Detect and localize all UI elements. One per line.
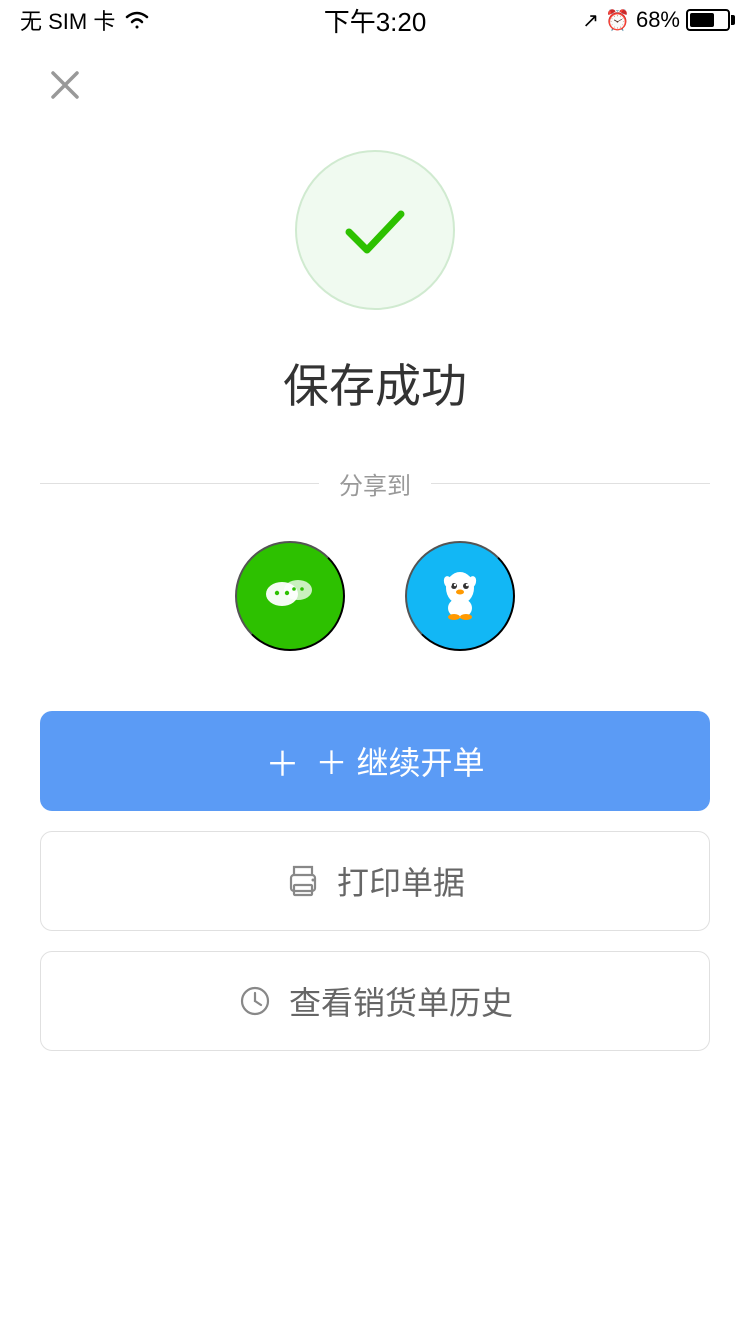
continue-label: ＋ 继续开单 bbox=[316, 738, 485, 784]
battery-pct: 68% bbox=[636, 7, 680, 33]
history-label: 查看销货单历史 bbox=[289, 978, 513, 1024]
continue-button[interactable]: ＋ ＋ 继续开单 bbox=[40, 711, 710, 811]
close-icon bbox=[47, 67, 83, 103]
print-button[interactable]: 打印单据 bbox=[40, 831, 710, 931]
success-title: 保存成功 bbox=[283, 350, 467, 416]
wechat-icon bbox=[258, 564, 322, 628]
share-divider: 分享到 bbox=[40, 466, 710, 501]
share-icons bbox=[235, 541, 515, 651]
location-icon: ↗ bbox=[582, 8, 599, 33]
status-time: 下午3:20 bbox=[324, 2, 427, 39]
continue-icon: ＋ bbox=[266, 737, 300, 786]
printer-icon bbox=[285, 863, 321, 899]
share-wechat-button[interactable] bbox=[235, 541, 345, 651]
share-label: 分享到 bbox=[339, 466, 411, 501]
status-bar: 无 SIM 卡 下午3:20 ↗ ⏰ 68% bbox=[0, 0, 750, 40]
history-button[interactable]: 查看销货单历史 bbox=[40, 951, 710, 1051]
status-left: 无 SIM 卡 bbox=[20, 4, 151, 36]
close-button[interactable] bbox=[40, 60, 90, 110]
divider-line-right bbox=[431, 483, 710, 484]
history-icon bbox=[237, 983, 273, 1019]
action-buttons: ＋ ＋ 继续开单 打印单据 查看销货单历史 bbox=[40, 711, 710, 1051]
wifi-icon bbox=[123, 9, 151, 31]
status-right: ↗ ⏰ 68% bbox=[582, 7, 730, 33]
success-icon-container bbox=[295, 150, 455, 310]
share-qq-button[interactable] bbox=[405, 541, 515, 651]
main-content: 保存成功 分享到 bbox=[0, 40, 750, 1334]
qq-icon bbox=[428, 564, 492, 628]
checkmark-icon bbox=[335, 190, 415, 270]
sim-status: 无 SIM 卡 bbox=[20, 4, 115, 36]
print-label: 打印单据 bbox=[337, 858, 465, 904]
battery-icon bbox=[686, 9, 730, 31]
divider-line-left bbox=[40, 483, 319, 484]
alarm-icon: ⏰ bbox=[605, 8, 630, 33]
